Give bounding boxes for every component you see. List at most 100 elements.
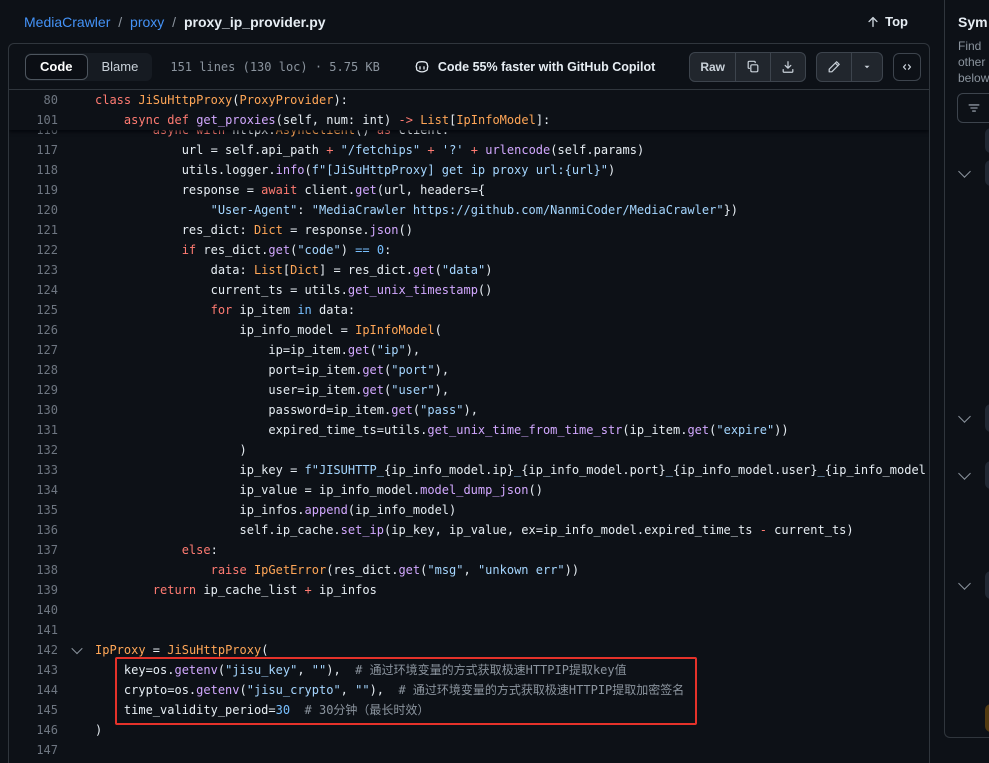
gutter <box>58 240 95 260</box>
code-text: "User-Agent": "MediaCrawler https://gith… <box>95 200 929 220</box>
code-text: if res_dict.get("code") == 0: <box>95 240 929 260</box>
code-line: 137 else: <box>9 540 929 560</box>
file-name: proxy_ip_provider.py <box>184 14 326 30</box>
line-number[interactable]: 136 <box>9 520 58 540</box>
line-number[interactable]: 142 <box>9 640 58 660</box>
line-number[interactable]: 118 <box>9 160 58 180</box>
gutter <box>58 320 95 340</box>
gutter <box>58 680 95 700</box>
line-number[interactable]: 140 <box>9 600 58 620</box>
line-number[interactable]: 131 <box>9 420 58 440</box>
code-line: 135 ip_infos.append(ip_info_model) <box>9 500 929 520</box>
line-number[interactable]: 130 <box>9 400 58 420</box>
edit-button[interactable] <box>817 53 851 81</box>
line-number[interactable]: 128 <box>9 360 58 380</box>
toolbar-actions: Raw <box>689 52 921 82</box>
line-number[interactable]: 117 <box>9 140 58 160</box>
line-number[interactable]: 135 <box>9 500 58 520</box>
line-number[interactable]: 132 <box>9 440 58 460</box>
code-text: ip=ip_item.get("ip"), <box>95 340 929 360</box>
line-number[interactable]: 147 <box>9 740 58 760</box>
symbols-filter-button[interactable] <box>957 93 989 123</box>
back-to-top-link[interactable]: Top <box>866 14 908 29</box>
code-line: 101 async def get_proxies(self, num: int… <box>9 110 929 130</box>
gutter <box>58 480 95 500</box>
line-number[interactable]: 126 <box>9 320 58 340</box>
code-text: ip_value = ip_info_model.model_dump_json… <box>95 480 929 500</box>
line-number[interactable]: 129 <box>9 380 58 400</box>
line-number[interactable]: 127 <box>9 340 58 360</box>
line-number[interactable]: 120 <box>9 200 58 220</box>
code-text: IpProxy = JiSuHttpProxy( <box>95 640 929 660</box>
line-number[interactable]: 119 <box>9 180 58 200</box>
copilot-text: Code 55% faster with GitHub Copilot <box>438 60 655 74</box>
line-number[interactable]: 121 <box>9 220 58 240</box>
gutter <box>58 260 95 280</box>
code-text <box>95 600 929 620</box>
copy-raw-button[interactable] <box>735 53 770 81</box>
line-number[interactable]: 143 <box>9 660 58 680</box>
line-number[interactable]: 145 <box>9 700 58 720</box>
chevron-down-icon[interactable] <box>958 410 971 423</box>
line-number[interactable]: 144 <box>9 680 58 700</box>
code-text: raise IpGetError(res_dict.get("msg", "un… <box>95 560 929 580</box>
symbols-list-item[interactable] <box>985 704 989 732</box>
code-line: 127 ip=ip_item.get("ip"), <box>9 340 929 360</box>
code-text: crypto=os.getenv("jisu_crypto", ""), # 通… <box>95 680 929 700</box>
code-text: time_validity_period=30 # 30分钟（最长时效） <box>95 700 929 720</box>
gutter <box>58 540 95 560</box>
gutter <box>58 380 95 400</box>
line-number[interactable]: 146 <box>9 720 58 740</box>
symbols-title: Sym <box>945 0 989 30</box>
tab-code[interactable]: Code <box>25 54 88 80</box>
chevron-down-icon[interactable] <box>958 577 971 590</box>
filter-icon <box>967 101 981 115</box>
code-text: expired_time_ts=utils.get_unix_time_from… <box>95 420 929 440</box>
code-line: 122 if res_dict.get("code") == 0: <box>9 240 929 260</box>
code-line: 134 ip_value = ip_info_model.model_dump_… <box>9 480 929 500</box>
symbols-description-line: below <box>958 70 989 86</box>
symbols-description-line: Find <box>958 38 989 54</box>
line-number[interactable]: 125 <box>9 300 58 320</box>
symbols-list-item[interactable] <box>985 571 989 599</box>
line-number[interactable]: 141 <box>9 620 58 640</box>
download-button[interactable] <box>770 53 805 81</box>
gutter <box>58 500 95 520</box>
code-line: 124 current_ts = utils.get_unix_timestam… <box>9 280 929 300</box>
folder-link[interactable]: proxy <box>130 14 164 30</box>
raw-button[interactable]: Raw <box>690 53 735 81</box>
line-number[interactable]: 138 <box>9 560 58 580</box>
github-code-view: MediaCrawler / proxy / proxy_ip_provider… <box>0 0 989 763</box>
chevron-down-icon[interactable] <box>958 165 971 178</box>
symbols-list-item[interactable] <box>985 160 989 186</box>
collapse-chevron-icon[interactable] <box>71 643 82 654</box>
symbols-panel: Sym Findotherbelow <box>944 0 989 738</box>
chevron-down-icon[interactable] <box>958 467 971 480</box>
symbols-list-item[interactable] <box>985 404 989 432</box>
line-number[interactable]: 133 <box>9 460 58 480</box>
line-number[interactable]: 139 <box>9 580 58 600</box>
symbols-list-item[interactable] <box>985 461 989 489</box>
code-line: 143 key=os.getenv("jisu_key", ""), # 通过环… <box>9 660 929 680</box>
line-number[interactable]: 137 <box>9 540 58 560</box>
tab-blame[interactable]: Blame <box>88 54 153 80</box>
symbols-toggle-button[interactable] <box>893 53 921 81</box>
line-number[interactable]: 122 <box>9 240 58 260</box>
code-text: ip_infos.append(ip_info_model) <box>95 500 929 520</box>
line-number[interactable]: 134 <box>9 480 58 500</box>
repo-link[interactable]: MediaCrawler <box>24 14 110 30</box>
code-line: 139 return ip_cache_list + ip_infos <box>9 580 929 600</box>
line-number[interactable]: 123 <box>9 260 58 280</box>
edit-actions-group <box>816 52 883 82</box>
symbols-list-item[interactable] <box>985 128 989 153</box>
file-toolbar: Code Blame 151 lines (130 loc) · 5.75 KB… <box>9 44 929 90</box>
path-separator: / <box>114 14 126 30</box>
line-number[interactable]: 80 <box>9 90 58 110</box>
line-number[interactable]: 124 <box>9 280 58 300</box>
download-icon <box>781 60 795 74</box>
edit-dropdown-button[interactable] <box>851 53 882 81</box>
gutter <box>58 160 95 180</box>
line-number[interactable]: 101 <box>9 110 58 130</box>
top-label: Top <box>885 14 908 29</box>
code-line: 118 utils.logger.info(f"[JiSuHttpProxy] … <box>9 160 929 180</box>
